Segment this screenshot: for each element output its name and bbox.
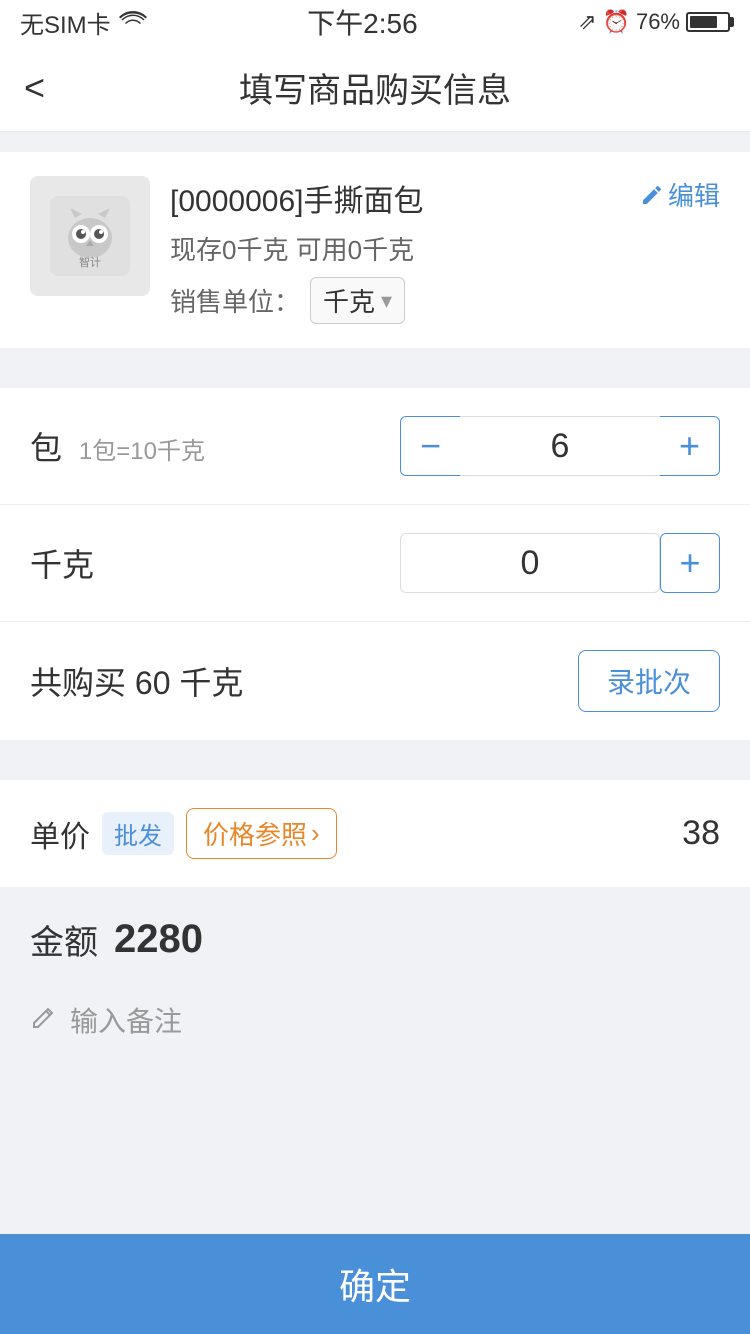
status-left: 无SIM卡: [20, 5, 147, 40]
footer-spacer: [0, 1076, 750, 1196]
product-image: 智计: [30, 176, 150, 296]
unit-dropdown-icon: ▾: [381, 288, 392, 314]
price-ref-button[interactable]: 价格参照 ›: [186, 808, 337, 859]
battery-icon: [686, 12, 730, 32]
price-ref-label: 价格参照: [203, 815, 307, 852]
status-right: ⇗ ⏰ 76%: [578, 9, 730, 35]
section-sep-2: [0, 740, 750, 760]
product-card: 智计 [0000006]手撕面包 现存0千克 可用0千克 销售单位： 千克 ▾ …: [0, 152, 750, 348]
price-value: 38: [682, 814, 720, 853]
section-sep-1: [0, 348, 750, 368]
wifi-icon: [119, 8, 147, 36]
quantity-pack-row: 包 1包=10千克 − +: [0, 388, 750, 505]
price-ref-arrow-icon: ›: [311, 818, 320, 849]
price-type-tag: 批发: [102, 812, 174, 855]
product-info: [0000006]手撕面包 现存0千克 可用0千克 销售单位： 千克 ▾: [170, 176, 720, 324]
pack-quantity-input[interactable]: [460, 416, 660, 476]
amount-row: 金额 2280: [30, 915, 720, 964]
total-row: 共购买 60 千克 录批次: [0, 621, 750, 740]
pencil-icon: [30, 1003, 58, 1038]
amount-section: 金额 2280 输入备注: [0, 887, 750, 1076]
batch-button[interactable]: 录批次: [578, 650, 720, 712]
price-label: 单价: [30, 812, 90, 856]
status-time: 下午2:56: [307, 2, 418, 42]
nav-bar: < 填写商品购买信息: [0, 44, 750, 132]
kg-increase-button[interactable]: +: [660, 533, 720, 593]
kg-label: 千克: [30, 540, 210, 586]
quantity-kg-row: 千克 +: [0, 505, 750, 621]
edit-button[interactable]: 编辑: [640, 176, 720, 213]
alarm-icon: ⏰: [603, 9, 630, 35]
price-row: 单价 批发 价格参照 › 38: [30, 808, 720, 859]
product-stock: 现存0千克 可用0千克: [170, 230, 720, 267]
status-bar: 无SIM卡 下午2:56 ⇗ ⏰ 76%: [0, 0, 750, 44]
pack-quantity-controls: − +: [400, 416, 720, 476]
battery-percent: 76%: [636, 9, 680, 35]
pack-decrease-button[interactable]: −: [400, 416, 460, 476]
product-unit: 销售单位： 千克 ▾: [170, 277, 720, 324]
quantity-section: 包 1包=10千克 − + 千克 + 共购买 60 千克 录批次: [0, 388, 750, 740]
edit-icon: [640, 183, 664, 207]
total-text: 共购买 60 千克: [30, 658, 243, 704]
pack-increase-button[interactable]: +: [660, 416, 720, 476]
amount-label: 金额: [30, 915, 98, 964]
product-name: [0000006]手撕面包: [170, 176, 720, 220]
page-title: 填写商品购买信息: [239, 63, 511, 112]
unit-value: 千克: [323, 282, 375, 319]
carrier-label: 无SIM卡: [20, 5, 111, 40]
remark-row[interactable]: 输入备注: [30, 984, 720, 1056]
back-button[interactable]: <: [24, 67, 45, 109]
unit-select[interactable]: 千克 ▾: [310, 277, 405, 324]
remark-placeholder: 输入备注: [70, 1000, 182, 1040]
kg-quantity-input[interactable]: [400, 533, 660, 593]
edit-label: 编辑: [668, 176, 720, 213]
confirm-button[interactable]: 确定: [0, 1234, 750, 1334]
amount-value: 2280: [114, 917, 203, 962]
price-section: 单价 批发 价格参照 › 38: [0, 780, 750, 887]
pack-label: 包 1包=10千克: [30, 423, 210, 469]
product-logo-icon: 智计: [50, 196, 130, 276]
location-icon: ⇗: [578, 9, 596, 35]
pack-hint: 1包=10千克: [79, 438, 205, 465]
kg-quantity-controls: +: [400, 533, 720, 593]
unit-label: 销售单位：: [170, 282, 300, 319]
svg-text:智计: 智计: [79, 255, 101, 269]
